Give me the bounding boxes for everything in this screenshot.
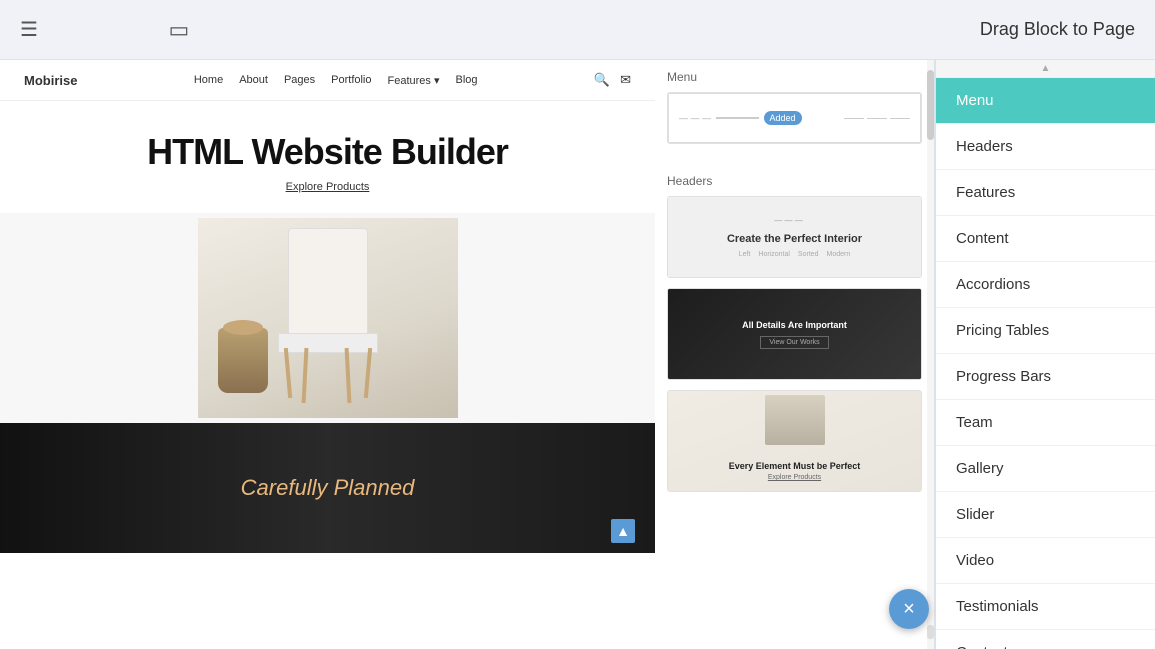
mobi-nav: Mobirise Home About Pages Portfolio Feat… xyxy=(0,60,655,101)
hero-subtitle: Explore Products xyxy=(20,181,635,193)
menu-thumb-bar xyxy=(716,117,758,119)
light-thumb-title: Every Element Must be Perfect xyxy=(729,461,861,471)
sidebar-item-accordions[interactable]: Accordions xyxy=(936,262,1155,308)
dark-interior-thumbnail[interactable]: All Details Are Important View Our Works xyxy=(667,288,922,380)
chair-leg-2 xyxy=(363,348,371,398)
sidebar: ▲ Menu Headers Features Content Accordio… xyxy=(935,60,1155,649)
close-icon: × xyxy=(903,598,915,621)
dark-section: Carefully Planned ▲ xyxy=(0,423,655,553)
sidebar-item-headers-label: Headers xyxy=(956,138,1013,155)
sidebar-item-content[interactable]: Content xyxy=(936,216,1155,262)
nav-link-home[interactable]: Home xyxy=(194,74,223,87)
headers-thumbnail-1[interactable]: — — — Create the Perfect Interior LeftHo… xyxy=(667,196,922,278)
mobi-logo: Mobirise xyxy=(24,73,77,88)
sidebar-item-video[interactable]: Video xyxy=(936,538,1155,584)
sidebar-item-progress-bars[interactable]: Progress Bars xyxy=(936,354,1155,400)
hamburger-icon[interactable]: ☰ xyxy=(20,17,38,42)
sidebar-item-headers[interactable]: Headers xyxy=(936,124,1155,170)
chair-leg-3 xyxy=(301,348,308,403)
menu-thumb-brand: — — — xyxy=(679,113,711,123)
sidebar-item-team[interactable]: Team xyxy=(936,400,1155,446)
nav-link-about[interactable]: About xyxy=(239,74,268,87)
added-badge: Added xyxy=(764,111,802,125)
sidebar-item-menu-label: Menu xyxy=(956,92,994,109)
sidebar-item-pricing-tables-label: Pricing Tables xyxy=(956,322,1049,339)
headers-thumb-title: Create the Perfect Interior xyxy=(727,233,862,245)
menu-thumbnail[interactable]: — — — Added xyxy=(667,92,922,144)
drag-block-label: Drag Block to Page xyxy=(980,19,1135,40)
nav-link-features[interactable]: Features ▾ xyxy=(388,74,440,87)
sidebar-item-testimonials[interactable]: Testimonials xyxy=(936,584,1155,630)
sidebar-item-gallery-label: Gallery xyxy=(956,460,1004,477)
hero-section: HTML Website Builder Explore Products xyxy=(0,101,655,213)
close-button[interactable]: × xyxy=(889,589,929,629)
light-thumb-btn: Explore Products xyxy=(768,474,821,481)
light-interior-thumbnail[interactable]: Every Element Must be Perfect Explore Pr… xyxy=(667,390,922,492)
mobi-icons: 🔍 ✉ xyxy=(594,72,631,88)
sidebar-item-content-label: Content xyxy=(956,230,1009,247)
sidebar-item-gallery[interactable]: Gallery xyxy=(936,446,1155,492)
menu-block-section: Menu — — — Added xyxy=(655,60,934,164)
sidebar-item-testimonials-label: Testimonials xyxy=(956,598,1039,615)
search-icon[interactable]: 🔍 xyxy=(594,72,610,88)
nav-link-pages[interactable]: Pages xyxy=(284,74,315,87)
top-bar-right: Drag Block to Page xyxy=(320,19,1135,40)
panel-scrollbar-thumb[interactable] xyxy=(927,70,934,140)
blocks-panel[interactable]: Menu — — — Added Headers xyxy=(655,60,935,649)
sidebar-item-contacts[interactable]: Contacts xyxy=(936,630,1155,649)
sidebar-item-menu[interactable]: Menu xyxy=(936,78,1155,124)
chair-back xyxy=(288,228,368,338)
main-area: Mobirise Home About Pages Portfolio Feat… xyxy=(0,60,1155,649)
chair-leg-4 xyxy=(344,348,351,403)
light-thumb-img xyxy=(765,395,825,445)
sidebar-item-progress-bars-label: Progress Bars xyxy=(956,368,1051,385)
sidebar-item-features[interactable]: Features xyxy=(936,170,1155,216)
headers-section-label: Headers xyxy=(667,174,922,188)
dark-thumb-bg: All Details Are Important View Our Works xyxy=(668,289,921,379)
chair-leg-1 xyxy=(283,348,291,398)
panel-scrollbar-bottom[interactable] xyxy=(927,625,934,639)
website-preview: Mobirise Home About Pages Portfolio Feat… xyxy=(0,60,655,649)
dark-thumb-inner: All Details Are Important View Our Works xyxy=(668,289,921,379)
chair-image xyxy=(198,218,458,418)
dark-thumb-btn: View Our Works xyxy=(760,336,828,349)
mobi-links: Home About Pages Portfolio Features ▾ Bl… xyxy=(194,74,478,87)
sidebar-item-video-label: Video xyxy=(956,552,994,569)
menu-section-label: Menu xyxy=(667,70,922,84)
basket-handle xyxy=(223,320,263,335)
menu-thumb-inner: — — — Added xyxy=(668,93,921,143)
sidebar-scroll-up-arrow: ▲ xyxy=(1041,63,1051,74)
phone-icon: ▭ xyxy=(169,17,190,43)
top-bar-left: ☰ xyxy=(20,17,38,42)
dark-thumb-title: All Details Are Important xyxy=(742,320,847,330)
preview-panel: Mobirise Home About Pages Portfolio Feat… xyxy=(0,60,655,649)
sidebar-item-slider[interactable]: Slider xyxy=(936,492,1155,538)
sidebar-item-contacts-label: Contacts xyxy=(956,644,1015,649)
sidebar-item-slider-label: Slider xyxy=(956,506,994,523)
nav-link-blog[interactable]: Blog xyxy=(456,74,478,87)
sidebar-item-features-label: Features xyxy=(956,184,1015,201)
sidebar-item-accordions-label: Accordions xyxy=(956,276,1030,293)
top-bar-center: ▭ xyxy=(169,17,190,43)
sidebar-item-pricing-tables[interactable]: Pricing Tables xyxy=(936,308,1155,354)
sidebar-scroll-up[interactable]: ▲ xyxy=(936,60,1155,78)
chair-seat xyxy=(278,333,378,353)
headers-thumb-inner: — — — Create the Perfect Interior LeftHo… xyxy=(668,197,921,277)
sidebar-item-team-label: Team xyxy=(956,414,993,431)
email-icon[interactable]: ✉ xyxy=(620,72,631,88)
top-bar: ☰ ▭ Drag Block to Page xyxy=(0,0,1155,60)
headers-thumb-nav: — — — xyxy=(774,216,814,225)
light-thumb-wrapper: Every Element Must be Perfect Explore Pr… xyxy=(668,391,921,491)
headers-thumb-sub: LeftHorizontalSortedModern xyxy=(739,251,851,258)
headers-block-section: Headers — — — Create the Perfect Interio… xyxy=(655,164,934,512)
nav-link-portfolio[interactable]: Portfolio xyxy=(331,74,371,87)
dark-section-text: Carefully Planned xyxy=(241,475,415,501)
basket xyxy=(218,328,268,393)
scroll-up-button[interactable]: ▲ xyxy=(611,519,635,543)
dark-thumb-overlay xyxy=(668,289,921,379)
chair-section xyxy=(0,213,655,423)
panel-scrollbar-track[interactable] xyxy=(927,60,934,649)
hero-title: HTML Website Builder xyxy=(20,131,635,173)
menu-thumb-lines xyxy=(844,118,910,119)
